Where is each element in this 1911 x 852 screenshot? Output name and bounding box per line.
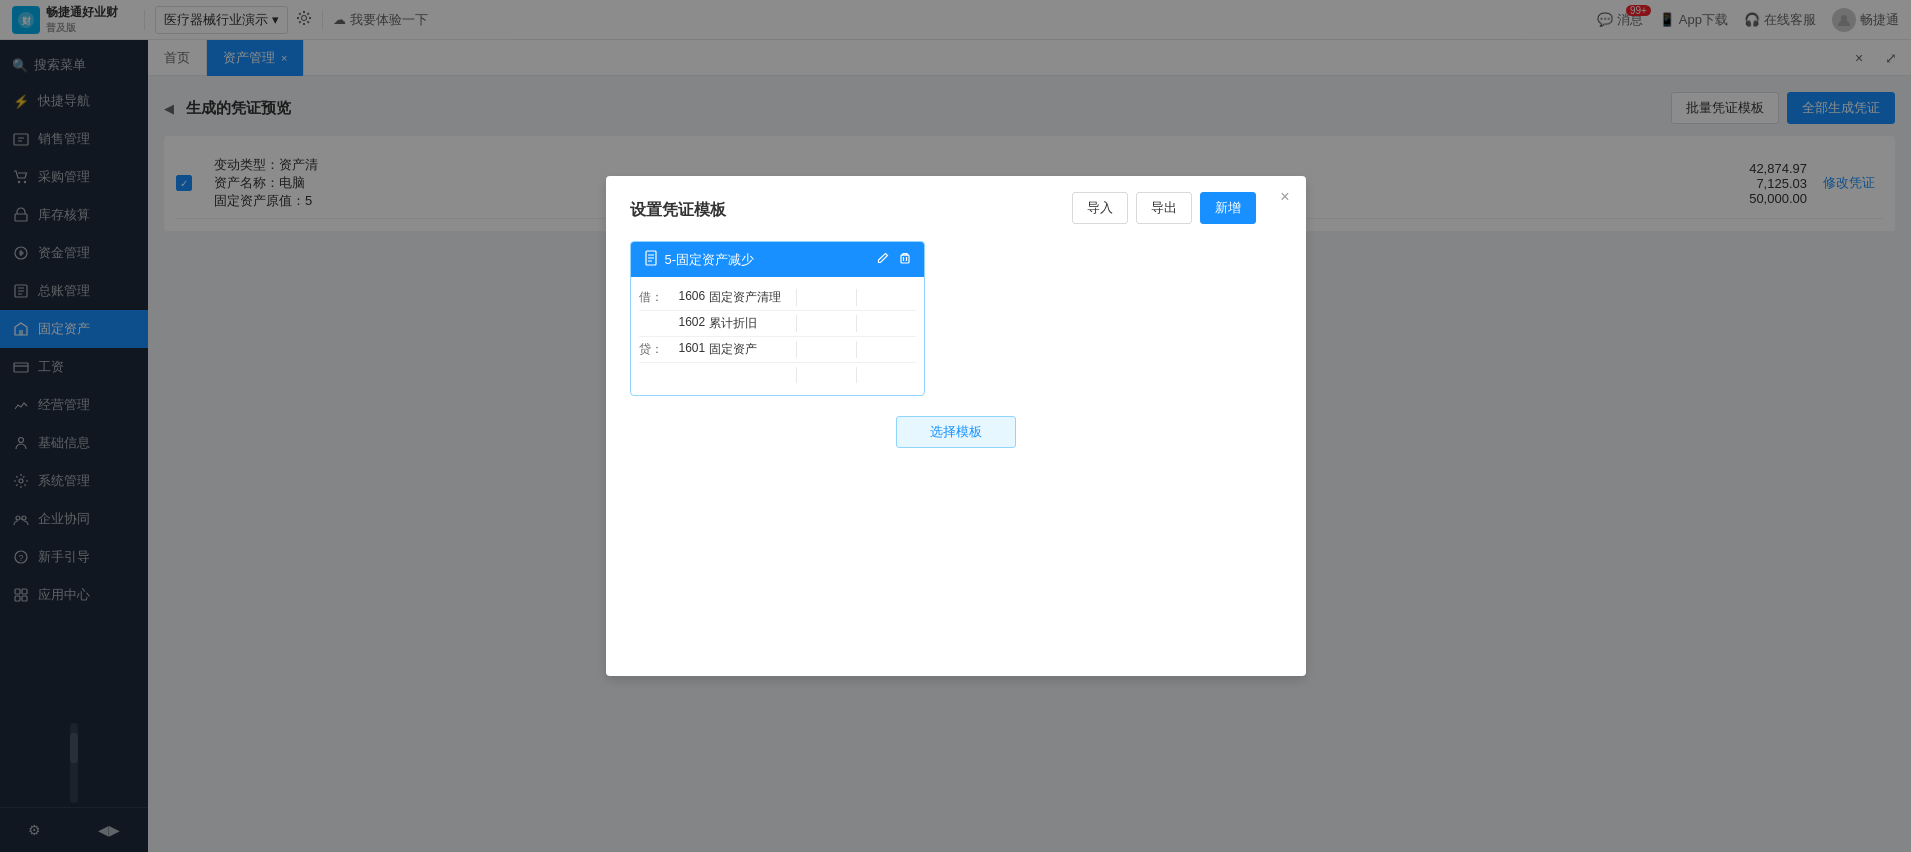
entry-row-2: 贷： 1601 固定资产 [639,337,916,363]
entry-credit-1 [856,315,916,332]
entry-debit-0 [796,289,856,306]
entry-debit-2 [796,341,856,358]
template-card: 5-固定资产减少 借： 1606 固定资产清理 [630,241,925,396]
entry-row-1: 1602 累计折旧 [639,311,916,337]
export-btn[interactable]: 导出 [1136,192,1192,224]
select-template-btn[interactable]: 选择模板 [896,416,1016,448]
svg-rect-22 [901,255,909,263]
delete-template-icon[interactable] [898,251,912,268]
entry-code-2: 1601 [679,341,706,358]
entry-row-empty [639,363,916,387]
template-name: 5-固定资产减少 [665,251,755,269]
template-card-header: 5-固定资产减少 [631,242,924,277]
modal-header-actions: 导入 导出 新增 [1072,192,1256,224]
select-template-area: 选择模板 [630,416,1282,448]
template-doc-icon [643,250,659,269]
entry-code-1: 1602 [679,315,706,332]
template-card-body: 借： 1606 固定资产清理 1602 累计折旧 [631,277,924,395]
entry-code-0: 1606 [679,289,706,306]
entry-name-2: 固定资产 [709,341,757,358]
template-card-actions [876,251,912,268]
entry-name-1: 累计折旧 [709,315,757,332]
import-btn[interactable]: 导入 [1072,192,1128,224]
entry-debit-1 [796,315,856,332]
entry-row-0: 借： 1606 固定资产清理 [639,285,916,311]
entry-credit-2 [856,341,916,358]
modal-close-btn[interactable]: × [1280,188,1289,206]
new-template-btn[interactable]: 新增 [1200,192,1256,224]
edit-template-icon[interactable] [876,251,890,268]
entry-name-0: 固定资产清理 [709,289,781,306]
entry-type-2: 贷： [639,341,679,358]
modal-set-template: 设置凭证模板 × 导入 导出 新增 5-固定资产减少 [606,176,1306,676]
entry-type-0: 借： [639,289,679,306]
modal-overlay: 设置凭证模板 × 导入 导出 新增 5-固定资产减少 [0,0,1911,852]
entry-credit-0 [856,289,916,306]
entry-type-1 [639,315,679,332]
